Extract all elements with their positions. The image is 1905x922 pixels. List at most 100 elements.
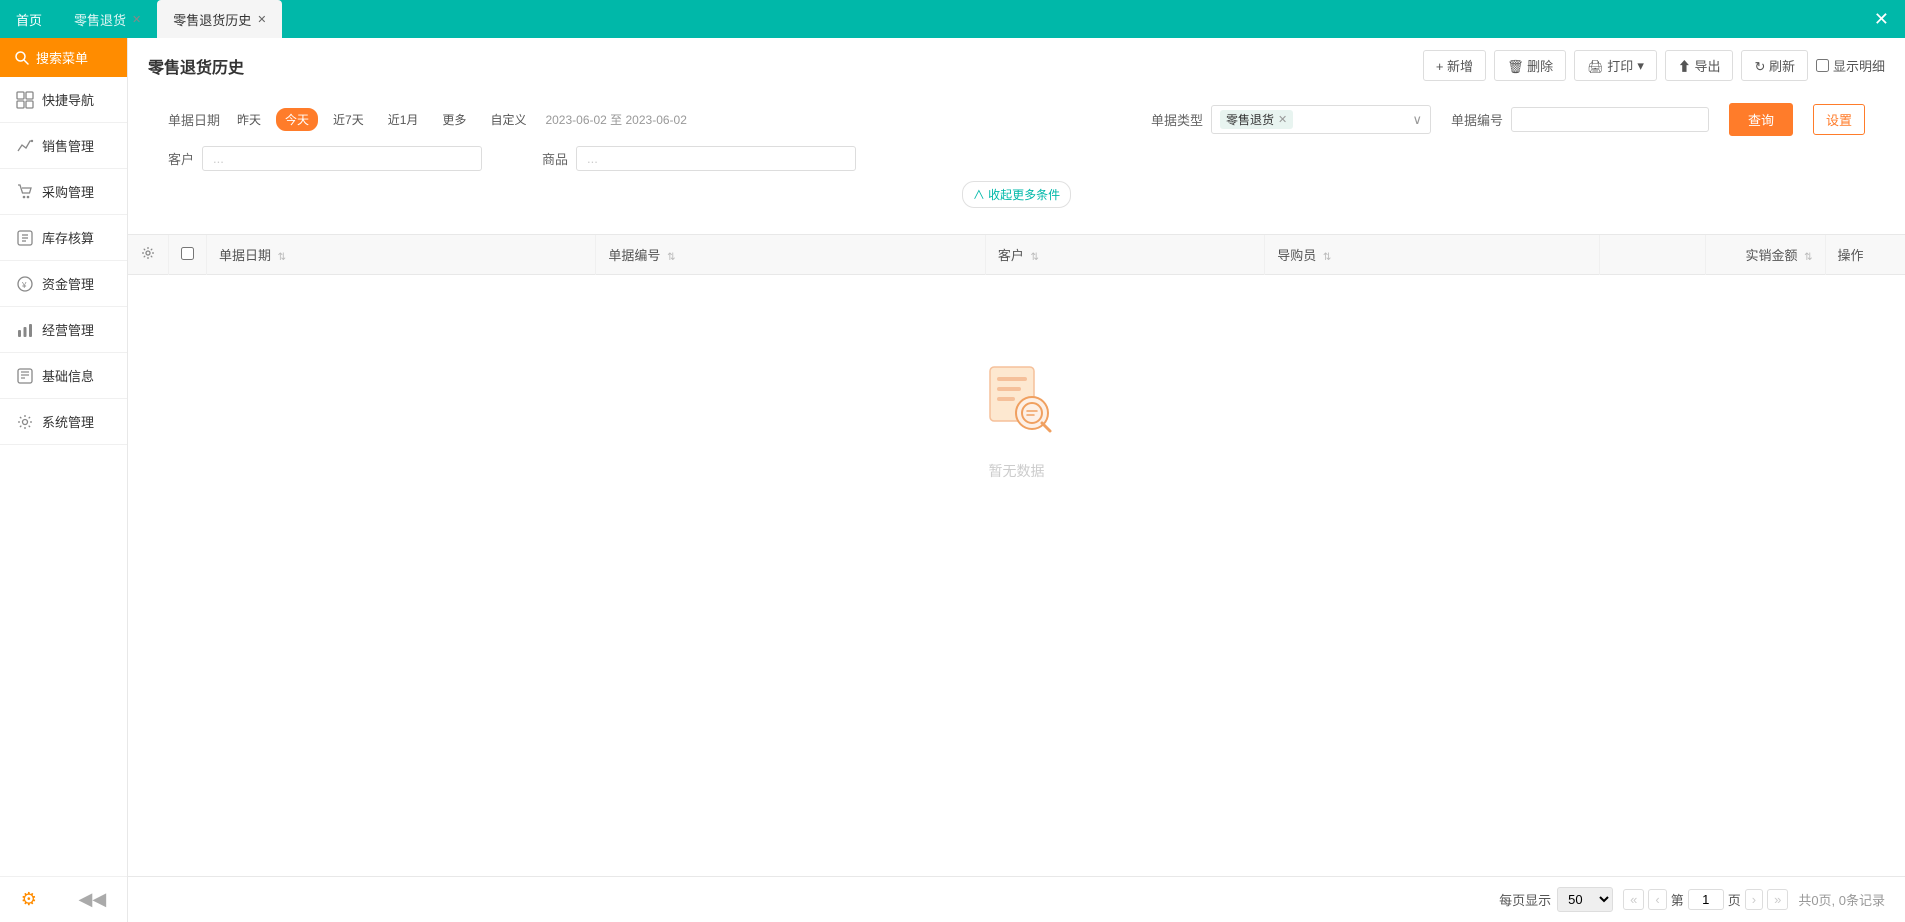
delete-button[interactable]: 🗑 删除 [1494, 50, 1566, 81]
page-title: 零售退货历史 [148, 54, 244, 78]
sidebar-settings-btn[interactable]: ⚙ [21, 889, 37, 910]
tab-retail-return-history-close[interactable]: ✕ [257, 13, 266, 26]
system-icon [16, 413, 34, 431]
last-page-btn[interactable]: » [1767, 889, 1788, 910]
page-input[interactable] [1688, 889, 1724, 910]
tab-retail-return[interactable]: 零售退货 ✕ [58, 0, 157, 38]
col-customer-sort[interactable]: ⇅ [1030, 252, 1038, 263]
operation-icon [16, 321, 34, 339]
query-button[interactable]: 查询 [1729, 103, 1793, 136]
content-area: 零售退货历史 + 新增 🗑 删除 🖨 打印 ▾ ⬆ 导出 [128, 38, 1905, 922]
date-btn-more[interactable]: 更多 [433, 108, 475, 131]
sales-icon [16, 137, 34, 155]
type-tag: 零售退货 ✕ [1220, 110, 1293, 129]
query-button-label: 查询 [1748, 110, 1774, 129]
tab-home[interactable]: 首页 [0, 0, 58, 38]
sidebar-item-inventory-calc[interactable]: 库存核算 [0, 215, 127, 261]
sidebar-search[interactable]: 搜索菜单 [0, 38, 127, 77]
col-date-label: 单据日期 [219, 248, 271, 263]
goods-filter-input[interactable] [576, 146, 856, 171]
basic-info-icon [16, 367, 34, 385]
tab-home-label: 首页 [16, 10, 42, 29]
page-unit: 页 [1728, 890, 1741, 909]
type-tag-close[interactable]: ✕ [1278, 113, 1287, 126]
date-btn-last1m[interactable]: 近1月 [379, 108, 428, 131]
number-filter-input[interactable] [1511, 107, 1709, 132]
delete-button-label: 🗑 删除 [1507, 56, 1553, 75]
settings-button-label: 设置 [1826, 110, 1852, 129]
date-btn-last7[interactable]: 近7天 [324, 108, 373, 131]
print-button-label: 🖨 打印 [1587, 56, 1633, 75]
col-action: 操作 [1825, 235, 1905, 275]
show-detail-checkbox-label[interactable]: 显示明细 [1816, 56, 1885, 75]
number-filter: 单据编号 [1451, 107, 1709, 132]
sidebar-item-purchase-mgmt[interactable]: 采购管理 [0, 169, 127, 215]
tab-retail-return-history-label: 零售退货历史 [173, 10, 251, 29]
new-button-label: + 新增 [1436, 56, 1473, 75]
tab-retail-return-close[interactable]: ✕ [132, 13, 141, 26]
col-date[interactable]: 单据日期 ⇅ [207, 235, 596, 275]
empty-state: 暂无数据 [128, 275, 1905, 561]
col-amount[interactable]: 实销金额 ⇅ [1705, 235, 1825, 275]
type-filter: 单据类型 零售退货 ✕ ∨ [1151, 105, 1431, 134]
sidebar-item-basic-info-label: 基础信息 [42, 366, 94, 385]
col-customer[interactable]: 客户 ⇅ [985, 235, 1264, 275]
col-number-sort[interactable]: ⇅ [667, 252, 675, 263]
settings-button[interactable]: 设置 [1813, 104, 1865, 135]
col-guide-sort[interactable]: ⇅ [1323, 252, 1331, 263]
col-amount-sort[interactable]: ⇅ [1804, 252, 1812, 263]
sidebar-item-sales-mgmt[interactable]: 销售管理 [0, 123, 127, 169]
select-all-checkbox[interactable] [181, 247, 194, 260]
tab-retail-return-history[interactable]: 零售退货历史 ✕ [157, 0, 282, 38]
type-tag-label: 零售退货 [1226, 111, 1274, 128]
page-nav: « ‹ 第 页 › » [1623, 889, 1788, 910]
print-button[interactable]: 🖨 打印 ▾ [1574, 50, 1657, 81]
pagination-bar: 每页显示 20 50 100 « ‹ 第 页 › » 共0页, 0条记录 [128, 876, 1905, 922]
sidebar-item-operation-mgmt[interactable]: 经营管理 [0, 307, 127, 353]
refresh-button[interactable]: ↻ 刷新 [1741, 50, 1808, 81]
show-detail-label: 显示明细 [1833, 56, 1885, 75]
col-checkbox[interactable] [169, 235, 207, 275]
sidebar-item-basic-info[interactable]: 基础信息 [0, 353, 127, 399]
show-detail-checkbox[interactable] [1816, 59, 1829, 72]
svg-text:¥: ¥ [21, 281, 27, 290]
quick-nav-icon [16, 91, 34, 109]
col-customer-label: 客户 [998, 248, 1024, 263]
type-filter-label: 单据类型 [1151, 110, 1203, 129]
new-button[interactable]: + 新增 [1423, 50, 1486, 81]
col-number[interactable]: 单据编号 ⇅ [596, 235, 985, 275]
collapse-btn[interactable]: ∧ 收起更多条件 [962, 181, 1071, 208]
window-close-btn[interactable]: ✕ [1858, 0, 1905, 38]
col-spacer [1599, 235, 1705, 275]
top-bar: 首页 零售退货 ✕ 零售退货历史 ✕ ✕ [0, 0, 1905, 38]
prev-page-btn[interactable]: ‹ [1648, 889, 1666, 910]
finance-icon: ¥ [16, 275, 34, 293]
sidebar-item-quick-nav[interactable]: 快捷导航 [0, 77, 127, 123]
date-btn-today[interactable]: 今天 [276, 108, 318, 131]
col-date-sort[interactable]: ⇅ [278, 252, 286, 263]
date-btn-yesterday[interactable]: 昨天 [228, 108, 270, 131]
col-guide[interactable]: 导购员 ⇅ [1265, 235, 1599, 275]
table-container: 单据日期 ⇅ 单据编号 ⇅ 客户 ⇅ 导购员 ⇅ [128, 235, 1905, 876]
first-page-btn[interactable]: « [1623, 889, 1644, 910]
customer-filter-input[interactable] [202, 146, 482, 171]
export-button[interactable]: ⬆ 导出 [1665, 50, 1734, 81]
inventory-icon [16, 229, 34, 247]
col-amount-label: 实销金额 [1745, 248, 1797, 263]
col-settings[interactable] [128, 235, 169, 275]
col-number-label: 单据编号 [608, 248, 660, 263]
refresh-button-label: ↻ 刷新 [1754, 56, 1795, 75]
sidebar-item-system-mgmt[interactable]: 系统管理 [0, 399, 127, 445]
per-page-select[interactable]: 20 50 100 [1557, 887, 1613, 912]
print-arrow-icon: ▾ [1637, 58, 1644, 74]
type-select-arrow: ∨ [1412, 112, 1422, 128]
sidebar-volume-btn[interactable]: ◀◀ [79, 889, 107, 910]
date-btn-custom[interactable]: 自定义 [481, 108, 535, 131]
type-select[interactable]: 零售退货 ✕ ∨ [1211, 105, 1431, 134]
sidebar-item-purchase-label: 采购管理 [42, 182, 94, 201]
next-page-btn[interactable]: › [1745, 889, 1763, 910]
customer-filter: 客户 [168, 146, 482, 171]
sidebar-item-finance-mgmt[interactable]: ¥ 资金管理 [0, 261, 127, 307]
export-button-label: ⬆ 导出 [1678, 56, 1721, 75]
goods-filter-label: 商品 [542, 149, 568, 168]
